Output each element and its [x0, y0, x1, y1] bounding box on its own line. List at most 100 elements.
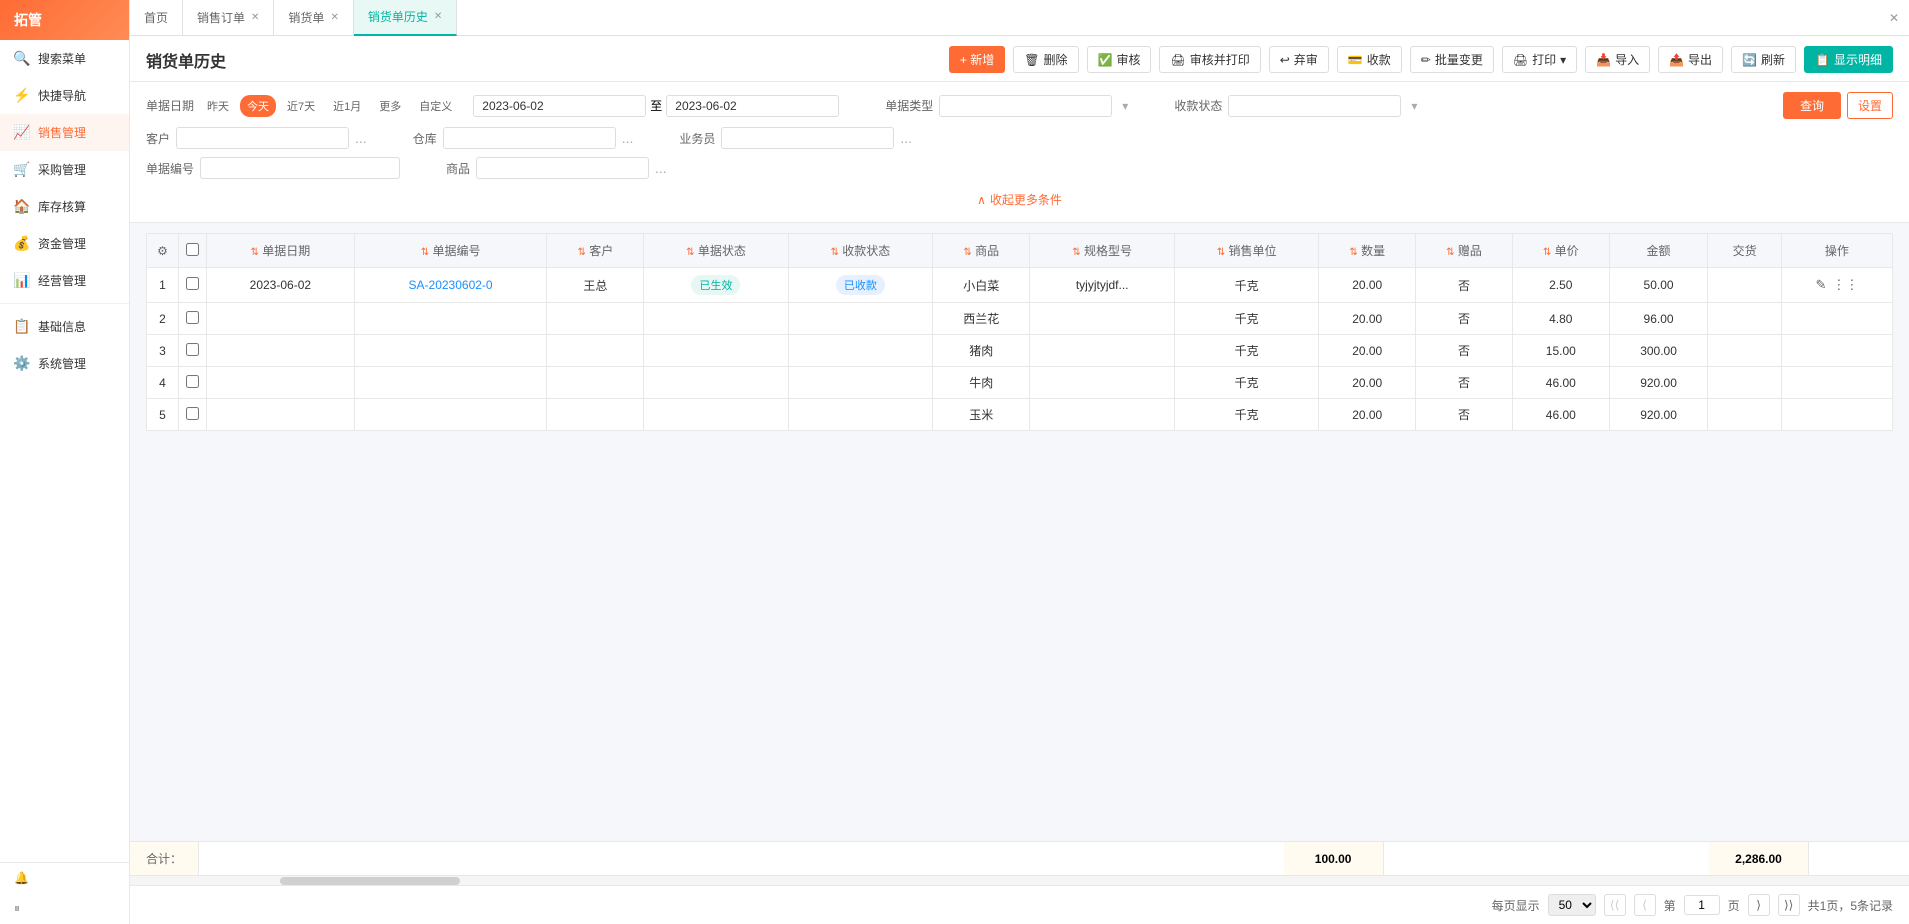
col-customer[interactable]: ⇅ 客户	[547, 234, 644, 268]
cell-doc-no[interactable]	[354, 335, 547, 367]
footer-label: 合计：	[130, 842, 199, 875]
warehouse-dots-icon[interactable]: ...	[622, 130, 634, 146]
salesperson-dots-icon[interactable]: ...	[900, 130, 912, 146]
settings-filter-button[interactable]: 设置	[1847, 92, 1893, 119]
pagination-prev-btn[interactable]: ⟨	[1634, 894, 1656, 916]
sort-icon-goods: ⇅	[963, 247, 971, 258]
table-row: 4 牛肉 千克 20.00 否 46.00 920.00	[147, 367, 1893, 399]
col-doc-date[interactable]: ⇅ 单据日期	[207, 234, 355, 268]
col-unit[interactable]: ⇅ 销售单位	[1174, 234, 1318, 268]
sidebar-item-purchase-mgmt[interactable]: 🛒 采购管理	[0, 151, 129, 188]
filter-salesperson-input[interactable]	[721, 127, 894, 149]
date-btn-yesterday[interactable]: 昨天	[200, 95, 236, 117]
refresh-button[interactable]: 🔄 刷新	[1731, 46, 1796, 73]
settings-icon[interactable]: ⚙	[157, 244, 168, 258]
cell-checkbox[interactable]	[179, 399, 207, 431]
date-btn-7days[interactable]: 近7天	[280, 95, 322, 117]
customer-dots-icon[interactable]: ...	[355, 130, 367, 146]
tab-home[interactable]: 首页	[130, 0, 183, 36]
page-size-select[interactable]: 50	[1548, 894, 1596, 916]
cell-doc-no[interactable]	[354, 399, 547, 431]
tab-close-sales-history[interactable]: ✕	[434, 11, 442, 22]
tab-close-sales-order[interactable]: ✕	[251, 12, 259, 23]
col-qty[interactable]: ⇅ 数量	[1319, 234, 1416, 268]
page-number-input[interactable]	[1684, 895, 1720, 915]
col-gift[interactable]: ⇅ 赠品	[1416, 234, 1513, 268]
collect-status-dropdown-icon[interactable]: ▾	[1411, 99, 1417, 113]
col-collect-status[interactable]: ⇅ 收款状态	[788, 234, 932, 268]
col-price[interactable]: ⇅ 单价	[1512, 234, 1609, 268]
sidebar-pause-btn[interactable]: ⏸	[0, 893, 129, 924]
edit-btn[interactable]: ✎	[1815, 277, 1826, 293]
sidebar-item-inventory-calc[interactable]: 🏠 库存核算	[0, 188, 129, 225]
row-checkbox[interactable]	[186, 277, 199, 290]
sidebar-item-sys-mgmt[interactable]: ⚙️ 系统管理	[0, 345, 129, 382]
date-btn-today[interactable]: 今天	[240, 95, 276, 117]
batch-change-button[interactable]: ✏ 批量变更	[1410, 46, 1494, 73]
date-btn-1month[interactable]: 近1月	[326, 95, 368, 117]
date-btn-more[interactable]: 更多	[372, 95, 408, 117]
tab-close-sales-goods[interactable]: ✕	[330, 12, 338, 23]
filter-customer-input[interactable]	[176, 127, 349, 149]
pagination-last-btn[interactable]: ⟩⟩	[1778, 894, 1800, 916]
cell-doc-no[interactable]	[354, 367, 547, 399]
date-range-separator: 至	[650, 97, 662, 114]
row-checkbox[interactable]	[186, 343, 199, 356]
col-doc-no[interactable]: ⇅ 单据编号	[354, 234, 547, 268]
date-btn-custom[interactable]: 自定义	[412, 95, 459, 117]
review-print-button[interactable]: 🖨 审核并打印	[1159, 46, 1260, 73]
pagination-next-btn[interactable]: ⟩	[1748, 894, 1770, 916]
doc-type-dropdown-icon[interactable]: ▾	[1122, 99, 1128, 113]
sidebar-item-ops-mgmt[interactable]: 📊 经营管理	[0, 262, 129, 299]
abandon-button[interactable]: ↩ 弃审	[1269, 46, 1329, 73]
review-button[interactable]: ✅ 审核	[1087, 46, 1152, 73]
cell-doc-no[interactable]: SA-20230602-0	[354, 268, 547, 303]
delete-button[interactable]: 🗑 删除	[1013, 46, 1078, 73]
row-checkbox[interactable]	[186, 407, 199, 420]
date-end-input[interactable]	[666, 95, 839, 117]
scrollbar-thumb[interactable]	[280, 877, 460, 885]
col-spec[interactable]: ⇅ 规格型号	[1030, 234, 1174, 268]
tab-sales-order[interactable]: 销售订单 ✕	[183, 0, 274, 36]
col-checkbox[interactable]	[179, 234, 207, 268]
cell-checkbox[interactable]	[179, 303, 207, 335]
query-button[interactable]: 查询	[1783, 92, 1841, 119]
cell-doc-no[interactable]	[354, 303, 547, 335]
goods-dots-icon[interactable]: ...	[655, 160, 667, 176]
col-doc-status[interactable]: ⇅ 单据状态	[644, 234, 788, 268]
cell-checkbox[interactable]	[179, 335, 207, 367]
sidebar-item-basic-info[interactable]: 📋 基础信息	[0, 308, 129, 345]
filter-doc-type-input[interactable]	[939, 95, 1112, 117]
sidebar-item-search-menu[interactable]: 🔍 搜索菜单	[0, 40, 129, 77]
pagination-first-btn[interactable]: ⟨⟨	[1604, 894, 1626, 916]
row-checkbox[interactable]	[186, 375, 199, 388]
new-button[interactable]: + 新增	[949, 46, 1005, 73]
sidebar-item-finance-mgmt[interactable]: 💰 资金管理	[0, 225, 129, 262]
show-detail-button[interactable]: 📋 显示明细	[1804, 46, 1893, 73]
cell-checkbox[interactable]	[179, 268, 207, 303]
cell-checkbox[interactable]	[179, 367, 207, 399]
sidebar-item-quick-nav[interactable]: ⚡ 快捷导航	[0, 77, 129, 114]
print-button[interactable]: 🖨 打印 ▾	[1502, 46, 1577, 73]
select-all-checkbox[interactable]	[186, 243, 199, 256]
row-checkbox[interactable]	[186, 311, 199, 324]
filter-goods-input[interactable]	[476, 157, 649, 179]
more-btn[interactable]: ⋮⋮	[1832, 277, 1858, 293]
sidebar-item-sales-mgmt[interactable]: 📈 销售管理	[0, 114, 129, 151]
col-settings[interactable]: ⚙	[147, 234, 179, 268]
import-button[interactable]: 📥 导入	[1585, 46, 1650, 73]
tab-sales-goods[interactable]: 销货单 ✕	[274, 0, 353, 36]
filter-docno-input[interactable]	[200, 157, 400, 179]
scrollbar-row[interactable]	[130, 875, 1909, 885]
tab-bar-close-all[interactable]: ✕	[1889, 11, 1899, 25]
filter-warehouse-input[interactable]	[443, 127, 616, 149]
date-start-input[interactable]	[473, 95, 646, 117]
collapse-button[interactable]: ∧ 收起更多条件	[977, 191, 1062, 208]
export-button[interactable]: 📤 导出	[1658, 46, 1723, 73]
collect-button[interactable]: 💳 收款	[1337, 46, 1402, 73]
col-goods[interactable]: ⇅ 商品	[933, 234, 1030, 268]
tab-sales-history[interactable]: 销货单历史 ✕	[354, 0, 457, 36]
sidebar-notify-btn[interactable]: 🔔	[0, 863, 129, 893]
filter-collect-status-input[interactable]	[1228, 95, 1401, 117]
doc-no-link[interactable]: SA-20230602-0	[409, 278, 493, 292]
